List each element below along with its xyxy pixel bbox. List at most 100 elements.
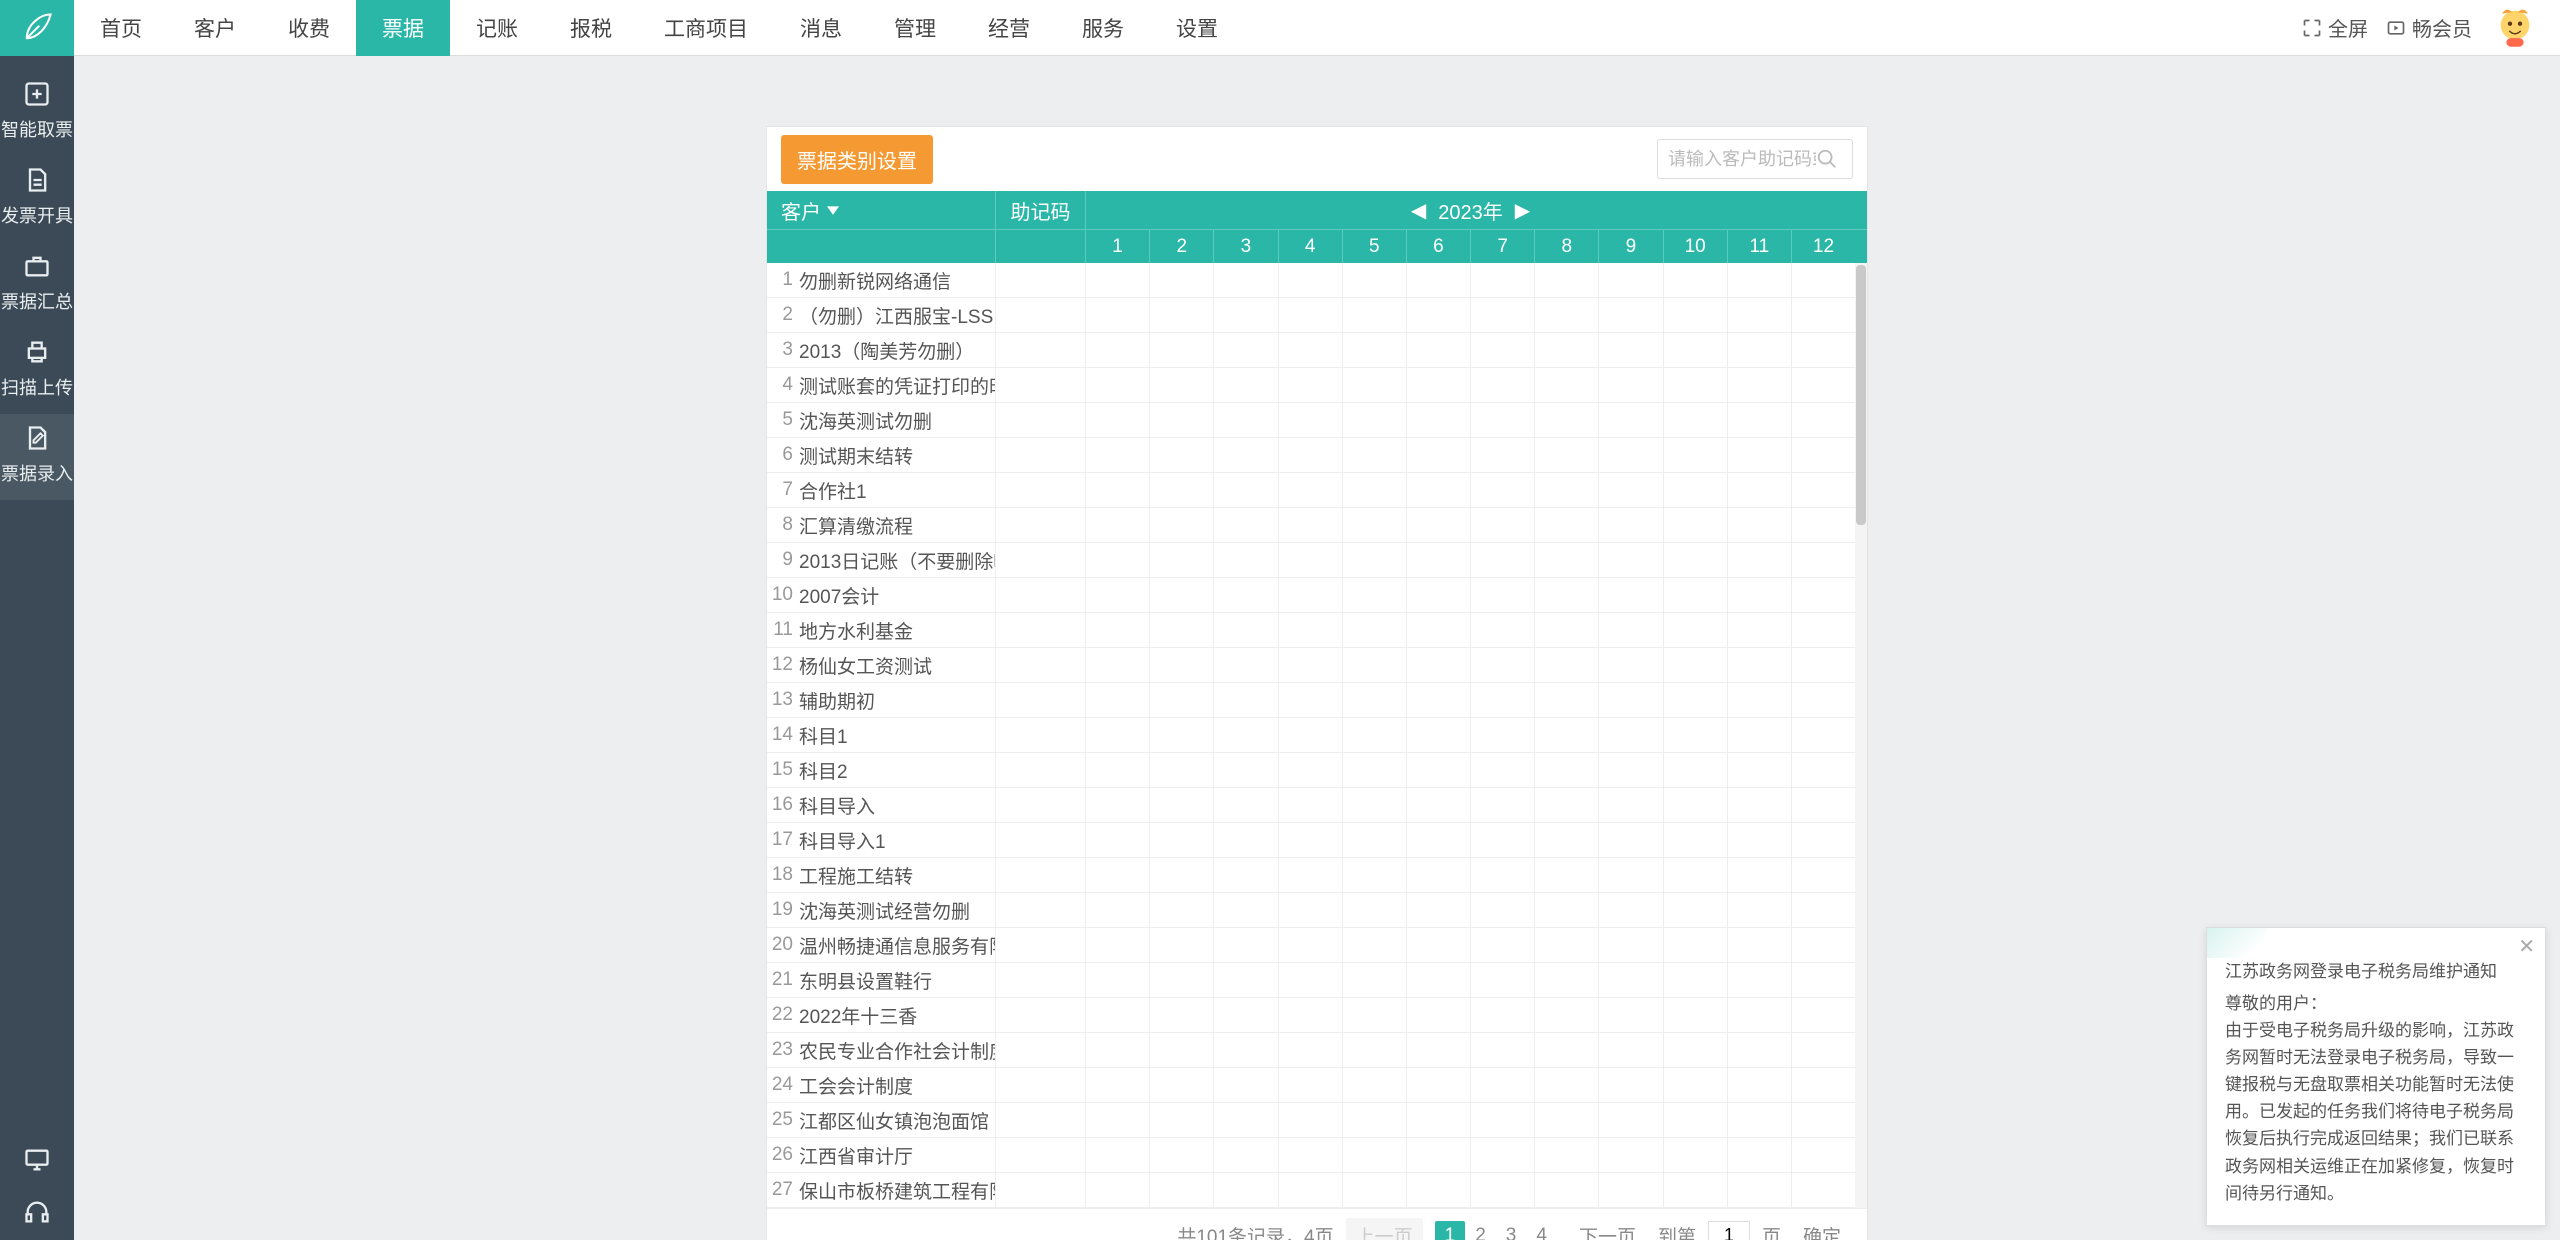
code-cell[interactable] <box>995 473 1085 507</box>
month-cell[interactable] <box>1598 858 1662 892</box>
month-cell[interactable] <box>1534 578 1598 612</box>
code-cell[interactable] <box>995 403 1085 437</box>
month-cell[interactable] <box>1085 1103 1149 1137</box>
topnav-item-10[interactable]: 服务 <box>1056 0 1150 56</box>
code-cell[interactable] <box>995 718 1085 752</box>
topnav-item-8[interactable]: 管理 <box>868 0 962 56</box>
month-cell[interactable] <box>1278 1103 1342 1137</box>
table-row[interactable]: 222022年十三香 <box>767 998 1855 1033</box>
month-cell[interactable] <box>1406 648 1470 682</box>
month-cell[interactable] <box>1663 893 1727 927</box>
month-cell[interactable] <box>1470 543 1534 577</box>
month-cell[interactable] <box>1598 1068 1662 1102</box>
month-cell[interactable] <box>1085 893 1149 927</box>
month-cell[interactable] <box>1727 963 1791 997</box>
customer-name[interactable]: （勿删）江西服宝-LSS <box>799 298 995 332</box>
month-cell[interactable] <box>1791 998 1855 1032</box>
month-cell[interactable] <box>1406 788 1470 822</box>
month-cell[interactable] <box>1213 298 1277 332</box>
month-cell[interactable] <box>1663 823 1727 857</box>
member-button[interactable]: 畅会员 <box>2386 13 2472 42</box>
month-cell[interactable] <box>1470 928 1534 962</box>
month-cell[interactable] <box>1342 543 1406 577</box>
month-cell[interactable] <box>1149 263 1213 297</box>
month-cell[interactable] <box>1149 333 1213 367</box>
month-cell[interactable] <box>1470 1103 1534 1137</box>
month-cell[interactable] <box>1149 543 1213 577</box>
month-cell[interactable] <box>1342 403 1406 437</box>
month-cell[interactable] <box>1406 613 1470 647</box>
month-cell[interactable] <box>1791 1138 1855 1172</box>
pager-page-2[interactable]: 2 <box>1465 1221 1496 1240</box>
month-cell[interactable] <box>1149 1173 1213 1207</box>
month-cell[interactable] <box>1406 473 1470 507</box>
month-cell[interactable] <box>1534 1033 1598 1067</box>
table-row[interactable]: 12杨仙女工资测试 <box>767 648 1855 683</box>
month-cell[interactable] <box>1470 963 1534 997</box>
month-cell[interactable] <box>1406 858 1470 892</box>
month-cell[interactable] <box>1342 368 1406 402</box>
month-cell[interactable] <box>1278 613 1342 647</box>
month-cell[interactable] <box>1149 648 1213 682</box>
code-cell[interactable] <box>995 298 1085 332</box>
month-cell[interactable] <box>1470 1033 1534 1067</box>
month-col-4[interactable]: 4 <box>1278 230 1342 263</box>
month-cell[interactable] <box>1534 333 1598 367</box>
table-row[interactable]: 8汇算清缴流程 <box>767 508 1855 543</box>
month-cell[interactable] <box>1791 263 1855 297</box>
month-cell[interactable] <box>1534 298 1598 332</box>
month-cell[interactable] <box>1213 578 1277 612</box>
fullscreen-button[interactable]: 全屏 <box>2302 13 2368 42</box>
month-col-5[interactable]: 5 <box>1342 230 1406 263</box>
month-cell[interactable] <box>1598 928 1662 962</box>
table-row[interactable]: 19沈海英测试经营勿删 <box>767 893 1855 928</box>
month-cell[interactable] <box>1149 438 1213 472</box>
month-cell[interactable] <box>1534 858 1598 892</box>
month-cell[interactable] <box>1213 368 1277 402</box>
pager-next[interactable]: 下一页 <box>1569 1218 1646 1240</box>
customer-name[interactable]: 沈海英测试勿删 <box>799 403 995 437</box>
code-cell[interactable] <box>995 963 1085 997</box>
code-cell[interactable] <box>995 543 1085 577</box>
user-avatar[interactable] <box>2490 3 2540 53</box>
month-cell[interactable] <box>1278 928 1342 962</box>
topnav-item-6[interactable]: 工商项目 <box>638 0 774 56</box>
month-cell[interactable] <box>1727 823 1791 857</box>
month-cell[interactable] <box>1470 1068 1534 1102</box>
pager-confirm[interactable]: 确定 <box>1793 1218 1851 1240</box>
topnav-item-1[interactable]: 客户 <box>168 0 262 56</box>
month-cell[interactable] <box>1470 438 1534 472</box>
month-cell[interactable] <box>1278 543 1342 577</box>
month-cell[interactable] <box>1342 928 1406 962</box>
code-cell[interactable] <box>995 578 1085 612</box>
month-cell[interactable] <box>1149 403 1213 437</box>
month-cell[interactable] <box>1663 1033 1727 1067</box>
month-cell[interactable] <box>1149 368 1213 402</box>
month-cell[interactable] <box>1598 1138 1662 1172</box>
month-cell[interactable] <box>1470 718 1534 752</box>
month-cell[interactable] <box>1149 1033 1213 1067</box>
table-row[interactable]: 1勿删新锐网络通信 <box>767 263 1855 298</box>
month-cell[interactable] <box>1534 263 1598 297</box>
month-cell[interactable] <box>1791 508 1855 542</box>
month-cell[interactable] <box>1342 893 1406 927</box>
month-cell[interactable] <box>1406 1103 1470 1137</box>
customer-name[interactable]: 合作社1 <box>799 473 995 507</box>
month-cell[interactable] <box>1278 893 1342 927</box>
customer-name[interactable]: 沈海英测试经营勿删 <box>799 893 995 927</box>
table-row[interactable]: 23农民专业合作社会计制度 <box>767 1033 1855 1068</box>
month-cell[interactable] <box>1213 718 1277 752</box>
month-cell[interactable] <box>1727 1103 1791 1137</box>
month-cell[interactable] <box>1663 508 1727 542</box>
month-cell[interactable] <box>1342 753 1406 787</box>
month-cell[interactable] <box>1598 438 1662 472</box>
month-cell[interactable] <box>1663 1138 1727 1172</box>
month-cell[interactable] <box>1598 333 1662 367</box>
month-cell[interactable] <box>1213 858 1277 892</box>
month-cell[interactable] <box>1149 963 1213 997</box>
month-col-1[interactable]: 1 <box>1085 230 1149 263</box>
month-cell[interactable] <box>1470 788 1534 822</box>
pager-prev[interactable]: 上一页 <box>1346 1218 1423 1240</box>
month-cell[interactable] <box>1213 963 1277 997</box>
month-cell[interactable] <box>1727 263 1791 297</box>
